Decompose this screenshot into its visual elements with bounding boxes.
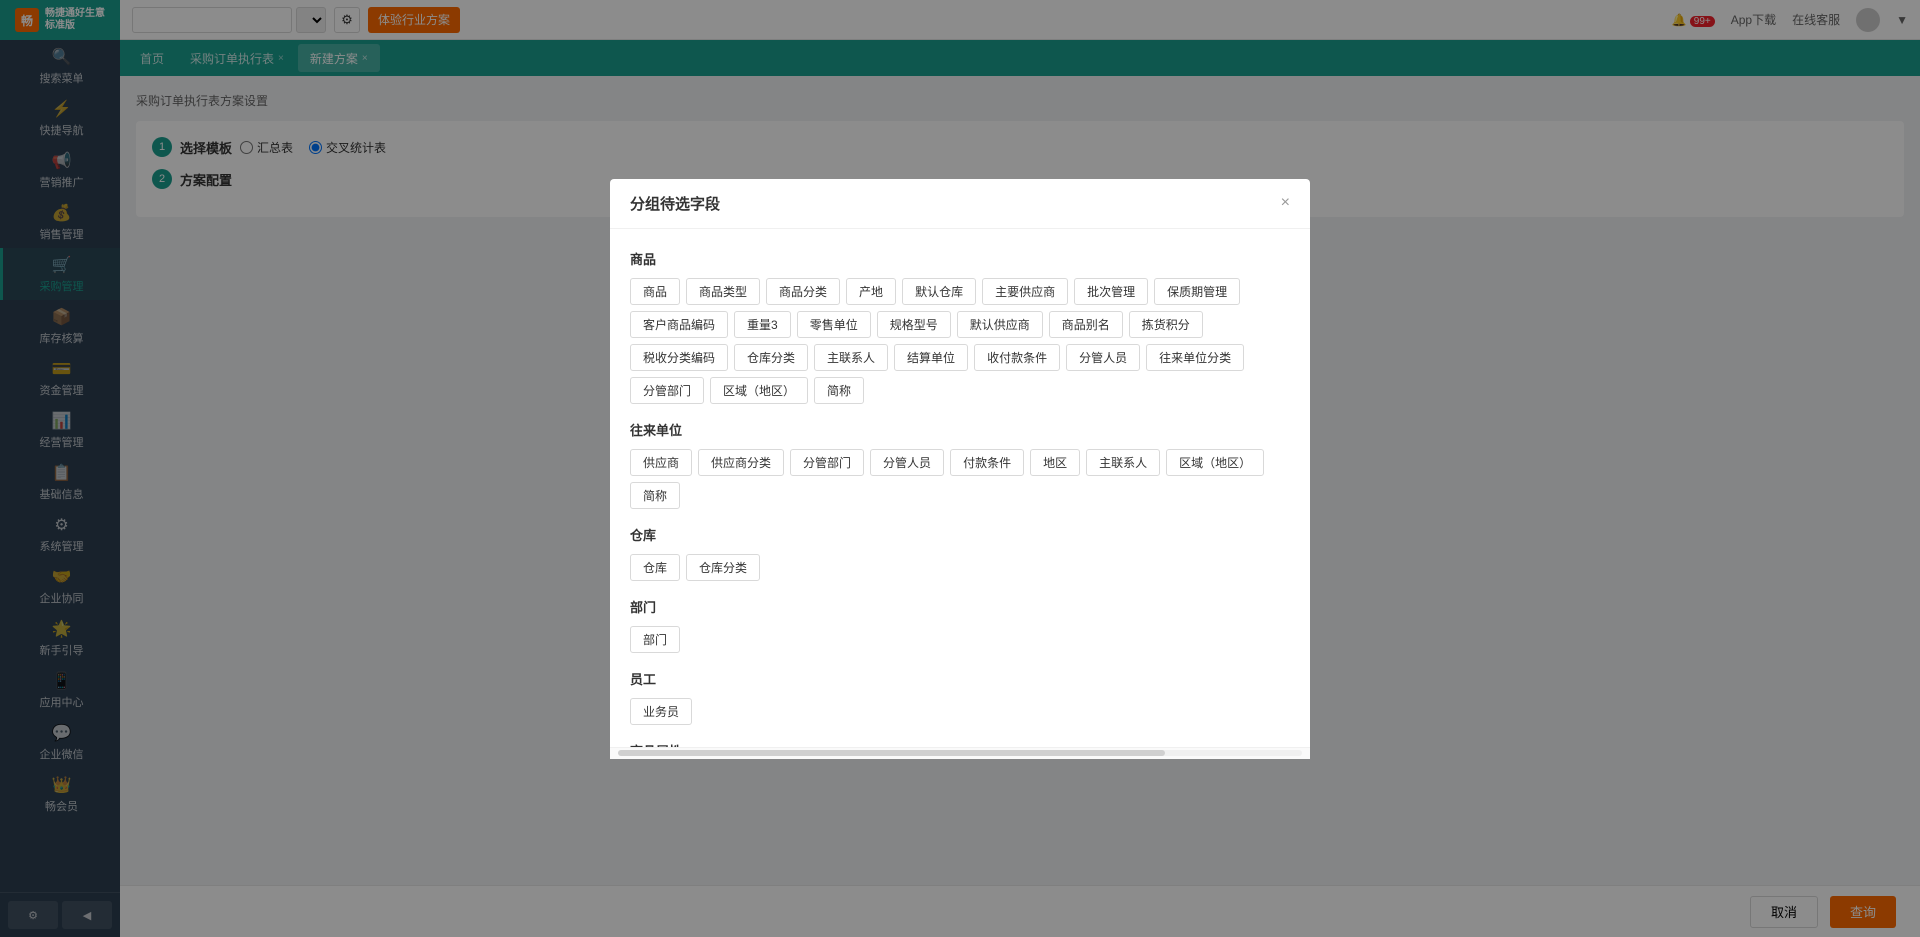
tag-goods-9[interactable]: 重量3 bbox=[734, 311, 791, 338]
tag-goods-2[interactable]: 商品分类 bbox=[766, 278, 840, 305]
tag-goods-18[interactable]: 结算单位 bbox=[894, 344, 968, 371]
tags-group-counterpart: 供应商供应商分类分管部门分管人员付款条件地区主联系人区域（地区） 简称 bbox=[630, 449, 1290, 509]
tag-counterpart-7[interactable]: 区域（地区） bbox=[1166, 449, 1264, 476]
tag-goods-21[interactable]: 往来单位分类 bbox=[1146, 344, 1244, 371]
tag-counterpart-3[interactable]: 分管人员 bbox=[870, 449, 944, 476]
tag-employee-0[interactable]: 业务员 bbox=[630, 698, 692, 725]
tag-goods-19[interactable]: 收付款条件 bbox=[974, 344, 1060, 371]
tag-goods-14[interactable]: 拣货积分 bbox=[1129, 311, 1203, 338]
tag-goods-16[interactable]: 仓库分类 bbox=[734, 344, 808, 371]
tag-counterpart-8[interactable]: 简称 bbox=[630, 482, 680, 509]
tag-goods-20[interactable]: 分管人员 bbox=[1066, 344, 1140, 371]
tags-group-department: 部门 bbox=[630, 626, 1290, 653]
tag-counterpart-5[interactable]: 地区 bbox=[1030, 449, 1080, 476]
tag-counterpart-0[interactable]: 供应商 bbox=[630, 449, 692, 476]
tag-goods-24[interactable]: 简称 bbox=[814, 377, 864, 404]
tag-counterpart-4[interactable]: 付款条件 bbox=[950, 449, 1024, 476]
tag-goods-10[interactable]: 零售单位 bbox=[797, 311, 871, 338]
tag-goods-6[interactable]: 批次管理 bbox=[1074, 278, 1148, 305]
section-title-warehouse: 仓库 bbox=[630, 525, 1290, 544]
modal-close-button[interactable]: × bbox=[1281, 194, 1290, 212]
tag-counterpart-1[interactable]: 供应商分类 bbox=[698, 449, 784, 476]
modal-title: 分组待选字段 bbox=[630, 193, 720, 214]
tag-goods-0[interactable]: 商品 bbox=[630, 278, 680, 305]
tag-goods-7[interactable]: 保质期管理 bbox=[1154, 278, 1240, 305]
tag-goods-8[interactable]: 客户商品编码 bbox=[630, 311, 728, 338]
section-title-goods: 商品 bbox=[630, 249, 1290, 268]
modal-overlay: 分组待选字段 × 商品商品商品类型商品分类产地默认仓库主要供应商批次管理保质期管… bbox=[0, 0, 1920, 937]
field-select-modal: 分组待选字段 × 商品商品商品类型商品分类产地默认仓库主要供应商批次管理保质期管… bbox=[610, 179, 1310, 759]
tag-department-0[interactable]: 部门 bbox=[630, 626, 680, 653]
tag-warehouse-1[interactable]: 仓库分类 bbox=[686, 554, 760, 581]
tag-goods-17[interactable]: 主联系人 bbox=[814, 344, 888, 371]
tags-group-employee: 业务员 bbox=[630, 698, 1290, 725]
tag-goods-1[interactable]: 商品类型 bbox=[686, 278, 760, 305]
tag-goods-15[interactable]: 税收分类编码 bbox=[630, 344, 728, 371]
modal-header: 分组待选字段 × bbox=[610, 179, 1310, 229]
section-title-employee: 员工 bbox=[630, 669, 1290, 688]
tag-goods-13[interactable]: 商品别名 bbox=[1049, 311, 1123, 338]
tag-counterpart-2[interactable]: 分管部门 bbox=[790, 449, 864, 476]
tag-warehouse-0[interactable]: 仓库 bbox=[630, 554, 680, 581]
tag-counterpart-6[interactable]: 主联系人 bbox=[1086, 449, 1160, 476]
modal-body[interactable]: 商品商品商品类型商品分类产地默认仓库主要供应商批次管理保质期管理客户商品编码重量… bbox=[610, 229, 1310, 747]
tags-group-warehouse: 仓库仓库分类 bbox=[630, 554, 1290, 581]
tag-goods-3[interactable]: 产地 bbox=[846, 278, 896, 305]
tag-goods-22[interactable]: 分管部门 bbox=[630, 377, 704, 404]
horizontal-scrollbar[interactable] bbox=[618, 750, 1302, 756]
modal-footer-scroll bbox=[610, 747, 1310, 759]
section-title-department: 部门 bbox=[630, 597, 1290, 616]
tags-group-goods: 商品商品类型商品分类产地默认仓库主要供应商批次管理保质期管理客户商品编码重量3零… bbox=[630, 278, 1290, 404]
scrollbar-thumb bbox=[618, 750, 1165, 756]
tag-goods-23[interactable]: 区域（地区） bbox=[710, 377, 808, 404]
tag-goods-12[interactable]: 默认供应商 bbox=[957, 311, 1043, 338]
section-title-counterpart: 往来单位 bbox=[630, 420, 1290, 439]
tag-goods-5[interactable]: 主要供应商 bbox=[982, 278, 1068, 305]
tag-goods-4[interactable]: 默认仓库 bbox=[902, 278, 976, 305]
tag-goods-11[interactable]: 规格型号 bbox=[877, 311, 951, 338]
